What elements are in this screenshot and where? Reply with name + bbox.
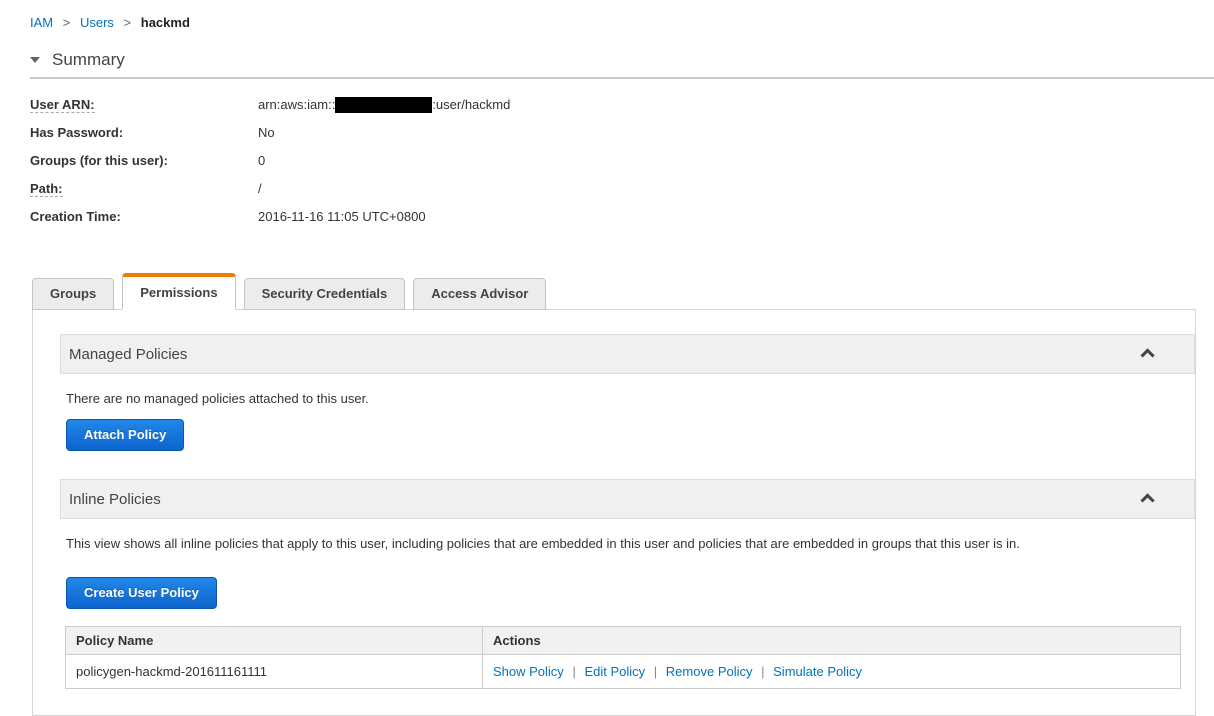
managed-policies-header[interactable]: Managed Policies	[60, 334, 1195, 374]
user-arn-value: arn:aws:iam:::user/hackmd	[258, 91, 510, 119]
field-row-has-password: Has Password: No	[30, 119, 1214, 147]
policy-name-column-header: Policy Name	[65, 626, 483, 655]
actions-column-header: Actions	[482, 626, 1181, 655]
create-user-policy-button[interactable]: Create User Policy	[66, 577, 217, 609]
tab-permissions[interactable]: Permissions	[122, 273, 236, 310]
inline-policies-body: This view shows all inline policies that…	[60, 519, 1195, 689]
arn-suffix: :user/hackmd	[432, 97, 511, 112]
triangle-down-icon[interactable]	[30, 57, 40, 63]
managed-policies-title: Managed Policies	[69, 345, 188, 363]
summary-divider	[30, 77, 1214, 79]
policy-name-cell: policygen-hackmd-201611161111	[65, 654, 483, 689]
tab-access-advisor[interactable]: Access Advisor	[413, 278, 547, 310]
field-label: Path:	[30, 181, 63, 197]
tab-security-credentials[interactable]: Security Credentials	[243, 278, 406, 310]
summary-header: Summary	[30, 50, 1214, 70]
managed-policies-empty-text: There are no managed policies attached t…	[66, 391, 369, 406]
field-row-groups: Groups (for this user): 0	[30, 147, 1214, 175]
inline-policies-description: This view shows all inline policies that…	[66, 536, 1020, 551]
breadcrumb: IAM > Users > hackmd	[0, 0, 1214, 30]
groups-count-value: 0	[258, 153, 266, 168]
inline-policies-table: Policy Name Actions policygen-hackmd-201…	[65, 626, 1181, 689]
field-row-creation-time: Creation Time: 2016-11-16 11:05 UTC+0800	[30, 203, 1214, 231]
action-separator: |	[761, 664, 765, 679]
show-policy-link[interactable]: Show Policy	[493, 664, 564, 679]
field-row-path: Path: /	[30, 175, 1214, 203]
managed-policies-section: Managed Policies There are no managed po…	[60, 334, 1195, 451]
remove-policy-link[interactable]: Remove Policy	[666, 664, 753, 679]
breadcrumb-link-iam[interactable]: IAM	[30, 15, 53, 30]
action-separator: |	[572, 664, 576, 679]
breadcrumb-separator: >	[62, 15, 71, 30]
field-label: Creation Time:	[30, 209, 121, 224]
breadcrumb-separator: >	[123, 15, 132, 30]
permissions-tab-panel: Managed Policies There are no managed po…	[32, 309, 1196, 716]
field-label: User ARN:	[30, 97, 95, 113]
breadcrumb-link-users[interactable]: Users	[80, 15, 114, 30]
inline-policies-title: Inline Policies	[69, 490, 161, 508]
chevron-up-icon[interactable]	[1140, 493, 1155, 508]
table-row: policygen-hackmd-201611161111 Show Polic…	[65, 654, 1181, 689]
table-header-row: Policy Name Actions	[65, 626, 1181, 655]
simulate-policy-link[interactable]: Simulate Policy	[773, 664, 862, 679]
tab-groups[interactable]: Groups	[32, 278, 115, 310]
inline-policies-header[interactable]: Inline Policies	[60, 479, 1195, 519]
attach-policy-button[interactable]: Attach Policy	[66, 419, 185, 451]
field-label: Has Password:	[30, 125, 124, 140]
breadcrumb-current-user: hackmd	[140, 15, 190, 30]
chevron-up-icon[interactable]	[1140, 348, 1155, 363]
actions-cell: Show Policy | Edit Policy | Remove Polic…	[482, 654, 1181, 689]
creation-time-value: 2016-11-16 11:05 UTC+0800	[258, 209, 426, 224]
field-row-user-arn: User ARN: arn:aws:iam:::user/hackmd	[30, 91, 1214, 119]
field-label: Groups (for this user):	[30, 153, 168, 168]
summary-title: Summary	[52, 50, 125, 69]
arn-prefix: arn:aws:iam::	[258, 97, 336, 112]
action-separator: |	[653, 664, 658, 679]
path-value: /	[258, 181, 262, 196]
managed-policies-body: There are no managed policies attached t…	[60, 374, 1195, 451]
tab-strip: Groups Permissions Security Credentials …	[32, 273, 1214, 310]
edit-policy-link[interactable]: Edit Policy	[584, 664, 645, 679]
redacted-account-id	[335, 97, 433, 113]
inline-policies-section: Inline Policies This view shows all inli…	[60, 479, 1195, 689]
summary-fields: User ARN: arn:aws:iam:::user/hackmd Has …	[30, 91, 1214, 231]
has-password-value: No	[258, 125, 275, 140]
